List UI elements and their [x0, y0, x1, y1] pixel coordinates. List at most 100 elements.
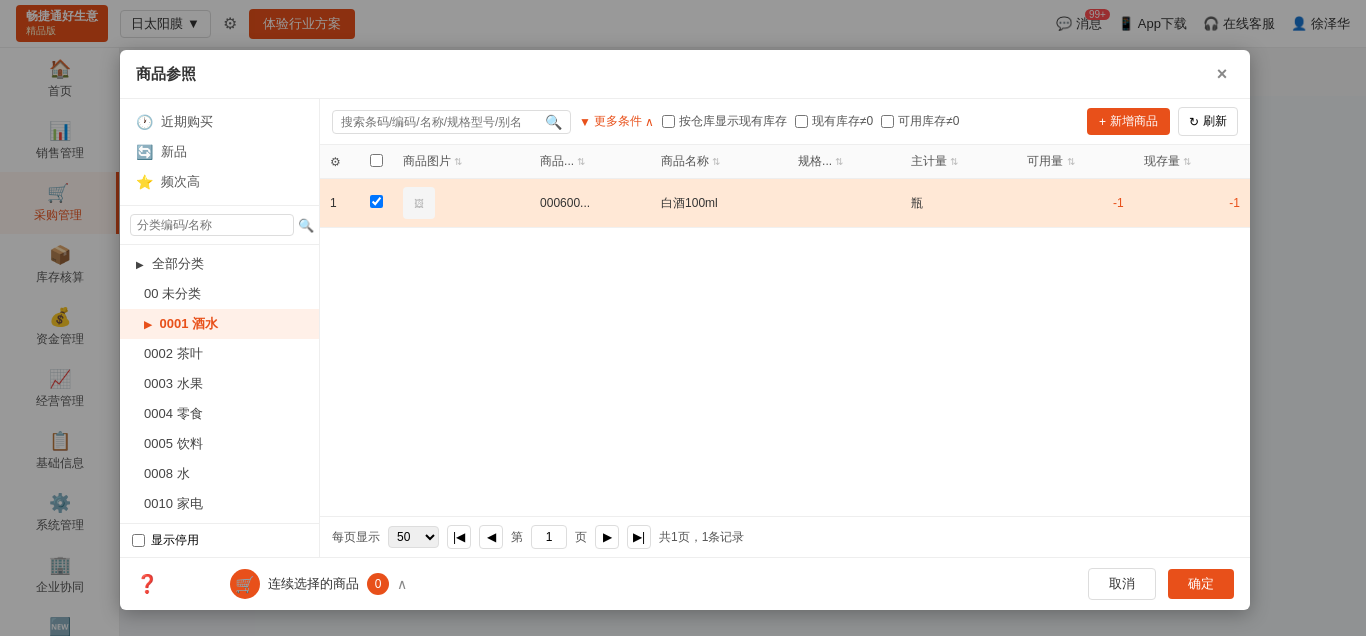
row-checkbox-cell[interactable]: [360, 179, 393, 228]
help-icon[interactable]: ❓: [136, 573, 158, 595]
table-header: ⚙ 商品图片 ⇅ 商品... ⇅ 商品名称: [320, 145, 1250, 179]
sort-name-icon: ⇅: [712, 156, 720, 167]
col-checkbox: [360, 145, 393, 179]
col-spec-label: 规格...: [798, 154, 832, 168]
row-index: 1: [320, 179, 360, 228]
quick-label-recent: 近期购买: [161, 113, 213, 131]
cat-item-tea[interactable]: 0002 茶叶: [120, 339, 319, 369]
category-search-row: 🔍: [120, 206, 319, 245]
col-spec[interactable]: 规格... ⇅: [788, 145, 901, 179]
col-settings-icon: ⚙: [330, 155, 341, 169]
cart-icon[interactable]: 🛒: [230, 569, 260, 599]
quick-label-new: 新品: [161, 143, 187, 161]
arrow-icon-all: ▶: [136, 259, 144, 270]
cat-item-unclassified[interactable]: 00 未分类: [120, 279, 319, 309]
col-available[interactable]: 可用量 ⇅: [1017, 145, 1133, 179]
cat-item-appliance[interactable]: 0010 家电: [120, 489, 319, 519]
row-name-cell: 白酒100ml: [651, 179, 788, 228]
cart-label: 连续选择的商品: [268, 575, 359, 593]
left-footer: 显示停用: [120, 523, 319, 557]
col-name[interactable]: 商品名称 ⇅: [651, 145, 788, 179]
show-warehouse-stock-checkbox[interactable]: [662, 115, 675, 128]
category-search-input[interactable]: [130, 214, 294, 236]
col-stock-label: 现存量: [1144, 154, 1180, 168]
refresh-button[interactable]: ↻ 刷新: [1178, 107, 1238, 136]
table-row[interactable]: 1 🖼 000600... 白酒100ml 瓶 -1: [320, 179, 1250, 228]
nonzero-stock-text: 现有库存≠0: [812, 113, 873, 130]
sort-code-icon: ⇅: [577, 156, 585, 167]
col-image-label: 商品图片: [403, 154, 451, 168]
left-panel: 🕐 近期购买 🔄 新品 ⭐ 频次高 🔍 ▶ 全部分类: [120, 99, 320, 557]
row-checkbox[interactable]: [370, 195, 383, 208]
quick-item-frequent[interactable]: ⭐ 频次高: [120, 167, 319, 197]
nonzero-stock-label[interactable]: 现有库存≠0: [795, 113, 873, 130]
search-icon[interactable]: 🔍: [545, 114, 562, 130]
cat-item-snack[interactable]: 0004 零食: [120, 399, 319, 429]
current-page-input[interactable]: [531, 525, 567, 549]
filter-label: 更多条件: [594, 113, 642, 130]
sort-spec-icon: ⇅: [835, 156, 843, 167]
product-search-input[interactable]: [341, 115, 541, 129]
confirm-button[interactable]: 确定: [1168, 569, 1234, 599]
filter-button[interactable]: ▼ 更多条件 ∧: [579, 113, 654, 130]
category-search-icon[interactable]: 🔍: [298, 218, 314, 233]
page-size-label: 每页显示: [332, 529, 380, 546]
last-page-button[interactable]: ▶|: [627, 525, 651, 549]
col-stock[interactable]: 现存量 ⇅: [1134, 145, 1250, 179]
col-settings[interactable]: ⚙: [320, 145, 360, 179]
arrow-icon-alcohol: ▶: [144, 319, 152, 330]
filter-icon: ▼: [579, 115, 591, 129]
cat-item-drink[interactable]: 0005 饮料: [120, 429, 319, 459]
product-table: ⚙ 商品图片 ⇅ 商品... ⇅ 商品名称: [320, 145, 1250, 228]
next-page-button[interactable]: ▶: [595, 525, 619, 549]
prev-page-button[interactable]: ◀: [479, 525, 503, 549]
modal-body: 🕐 近期购买 🔄 新品 ⭐ 频次高 🔍 ▶ 全部分类: [120, 99, 1250, 557]
cat-item-water[interactable]: 0008 水: [120, 459, 319, 489]
page-label: 第: [511, 529, 523, 546]
col-name-label: 商品名称: [661, 154, 709, 168]
col-unit-label: 主计量: [911, 154, 947, 168]
new-icon: 🔄: [136, 144, 153, 160]
product-table-wrap: ⚙ 商品图片 ⇅ 商品... ⇅ 商品名称: [320, 145, 1250, 516]
row-unit-cell: 瓶: [901, 179, 1017, 228]
cart-count: 0: [367, 573, 389, 595]
page-size-select[interactable]: 50 10 20 100: [388, 526, 439, 548]
table-body: 1 🖼 000600... 白酒100ml 瓶 -1: [320, 179, 1250, 228]
nonzero-available-text: 可用库存≠0: [898, 113, 959, 130]
nonzero-stock-checkbox[interactable]: [795, 115, 808, 128]
show-disabled-checkbox[interactable]: [132, 534, 145, 547]
plus-icon: +: [1099, 115, 1106, 129]
quick-item-new[interactable]: 🔄 新品: [120, 137, 319, 167]
cancel-button[interactable]: 取消: [1088, 568, 1156, 600]
row-code-cell: 000600...: [530, 179, 651, 228]
col-image[interactable]: 商品图片 ⇅: [393, 145, 530, 179]
pagination-area: 每页显示 50 10 20 100 |◀ ◀ 第 页 ▶ ▶| 共1页，1条记录: [320, 516, 1250, 557]
collapse-up-icon[interactable]: ∧: [397, 576, 407, 592]
nonzero-available-checkbox[interactable]: [881, 115, 894, 128]
col-code[interactable]: 商品... ⇅: [530, 145, 651, 179]
total-info: 共1页，1条记录: [659, 529, 744, 546]
cat-item-all[interactable]: ▶ 全部分类: [120, 249, 319, 279]
show-disabled-label: 显示停用: [151, 532, 199, 549]
cat-item-alcohol[interactable]: ▶ 0001 酒水: [120, 309, 319, 339]
modal-footer: ❓ 🛒 连续选择的商品 0 ∧ 取消 确定: [120, 557, 1250, 610]
show-warehouse-stock-label[interactable]: 按仓库显示现有库存: [662, 113, 787, 130]
modal-header: 商品参照 ×: [120, 50, 1250, 99]
row-image-cell: 🖼: [393, 179, 530, 228]
sort-stock-icon: ⇅: [1183, 156, 1191, 167]
refresh-label: 刷新: [1203, 113, 1227, 130]
first-page-button[interactable]: |◀: [447, 525, 471, 549]
modal-close-button[interactable]: ×: [1210, 62, 1234, 86]
image-placeholder: 🖼: [414, 198, 424, 209]
select-all-checkbox[interactable]: [370, 154, 383, 167]
col-unit[interactable]: 主计量 ⇅: [901, 145, 1017, 179]
cat-item-fruit[interactable]: 0003 水果: [120, 369, 319, 399]
product-thumbnail: 🖼: [403, 187, 435, 219]
nonzero-available-label[interactable]: 可用库存≠0: [881, 113, 959, 130]
col-code-label: 商品...: [540, 154, 574, 168]
cart-area: 🛒 连续选择的商品 0 ∧: [230, 569, 407, 599]
add-product-button[interactable]: + 新增商品: [1087, 108, 1170, 135]
row-available-cell: -1: [1017, 179, 1133, 228]
quick-label-frequent: 频次高: [161, 173, 200, 191]
quick-item-recent[interactable]: 🕐 近期购买: [120, 107, 319, 137]
